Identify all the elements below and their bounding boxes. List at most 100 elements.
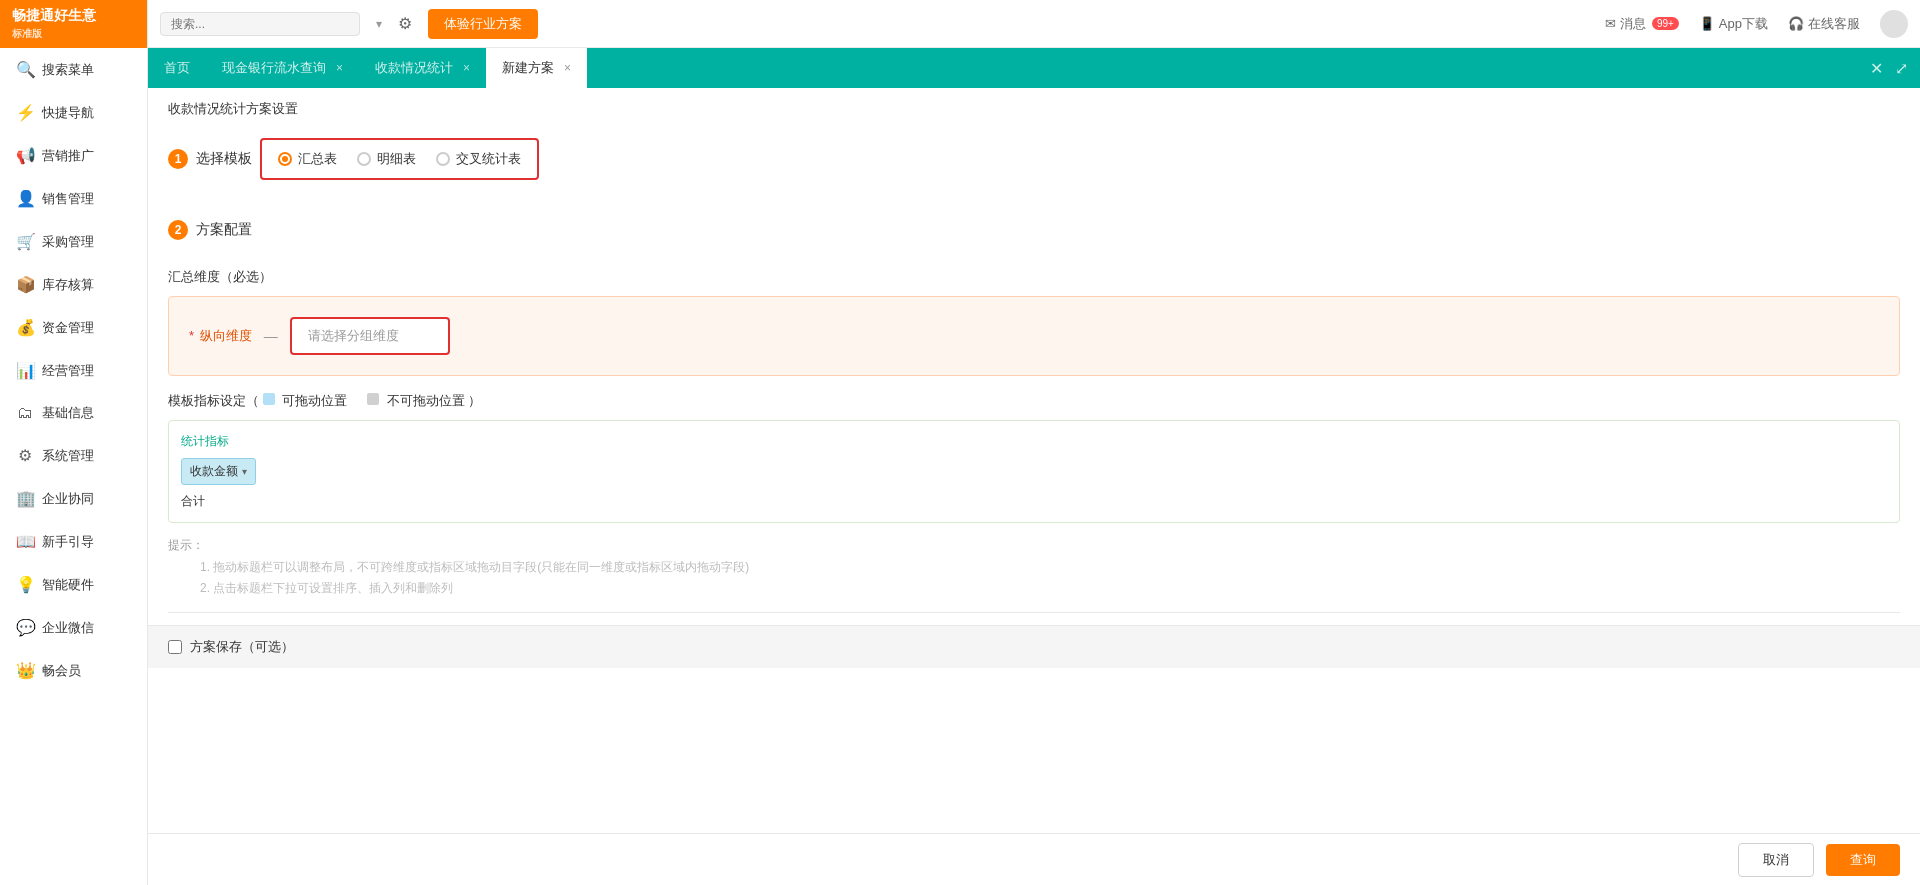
message-label: 消息 [1620, 15, 1646, 33]
divider [168, 612, 1900, 613]
sidebar-item-wechat[interactable]: 💬 企业微信 [0, 606, 147, 649]
header-search-input[interactable] [160, 12, 360, 36]
sidebar-label-collab: 企业协同 [42, 490, 94, 508]
indicator-container: 统计指标 收款金额 ▾ 合计 [168, 420, 1900, 523]
sidebar-label-sales: 销售管理 [42, 190, 94, 208]
sidebar-item-collab[interactable]: 🏢 企业协同 [0, 477, 147, 520]
download-label: App下载 [1719, 15, 1768, 33]
wechat-icon: 💬 [16, 618, 34, 637]
header-gear-icon[interactable]: ⚙ [398, 14, 412, 33]
sidebar-logo: 畅捷通好生意 标准版 [0, 0, 147, 48]
user-avatar[interactable] [1880, 10, 1908, 38]
indicator-setting: 模板指标设定（ 可拖动位置 不可拖动位置 ） 统计指标 [168, 392, 1900, 523]
config-section: 汇总维度（必选） * 纵向维度 — 请选择分组维度 [148, 268, 1920, 523]
cancel-button[interactable]: 取消 [1738, 843, 1814, 877]
sidebar-item-finance[interactable]: 💰 资金管理 [0, 306, 147, 349]
trial-button[interactable]: 体验行业方案 [428, 9, 538, 39]
tab-cashflow-close[interactable]: × [336, 61, 343, 75]
guide-icon: 📖 [16, 532, 34, 551]
template-summary[interactable]: 汇总表 [278, 150, 337, 168]
sidebar-label-inventory: 库存核算 [42, 276, 94, 294]
sidebar-item-basicinfo[interactable]: 🗂 基础信息 [0, 392, 147, 434]
app-edition: 标准版 [12, 27, 96, 41]
tab-home-label: 首页 [164, 59, 190, 77]
step1-title: 选择模板 [196, 150, 252, 168]
sidebar-label-marketing: 营销推广 [42, 147, 94, 165]
sidebar-item-guide[interactable]: 📖 新手引导 [0, 520, 147, 563]
sidebar-item-member[interactable]: 👑 畅会员 [0, 649, 147, 692]
tab-receivable[interactable]: 收款情况统计 × [359, 48, 486, 88]
hints-list: 1. 拖动标题栏可以调整布局，不可跨维度或指标区域拖动目字段(只能在同一维度或指… [168, 557, 1900, 600]
step2-num: 2 [168, 220, 188, 240]
sidebar-item-hardware[interactable]: 💡 智能硬件 [0, 563, 147, 606]
sidebar-item-nav[interactable]: ⚡ 快捷导航 [0, 91, 147, 134]
basicinfo-icon: 🗂 [16, 404, 34, 422]
window-close-btn[interactable]: ✕ [1870, 59, 1883, 78]
step2-header: 2 方案配置 [168, 208, 1900, 252]
dimension-arrow: — [264, 328, 278, 344]
step1-section: 1 选择模板 汇总表 明细表 [148, 126, 1920, 208]
tab-cashflow-label: 现金银行流水查询 [222, 59, 326, 77]
sidebar-label-hardware: 智能硬件 [42, 576, 94, 594]
save-checkbox[interactable] [168, 640, 182, 654]
template-crosstab[interactable]: 交叉统计表 [436, 150, 521, 168]
sidebar-item-inventory[interactable]: 📦 库存核算 [0, 263, 147, 306]
finance-icon: 💰 [16, 318, 34, 337]
sidebar-item-management[interactable]: 📊 经营管理 [0, 349, 147, 392]
footer-bar: 取消 查询 [148, 833, 1920, 885]
template-crosstab-label: 交叉统计表 [456, 150, 521, 168]
vertical-dimension-row: * 纵向维度 — 请选择分组维度 [189, 317, 1879, 355]
summary-dimension-label: 汇总维度（必选） [168, 268, 1900, 286]
hint-1: 1. 拖动标题栏可以调整布局，不可跨维度或指标区域拖动目字段(只能在同一维度或指… [200, 557, 1900, 579]
indicator-header: 模板指标设定（ 可拖动位置 不可拖动位置 ） [168, 392, 1900, 410]
message-button[interactable]: ✉ 消息 99+ [1605, 15, 1679, 33]
bottom-save: 方案保存（可选） [148, 625, 1920, 668]
tab-newplan-close[interactable]: × [564, 61, 571, 75]
indicator-setting-label: 模板指标设定（ 可拖动位置 不可拖动位置 ） [168, 392, 481, 410]
sidebar-item-purchase[interactable]: 🛒 采购管理 [0, 220, 147, 263]
sidebar-label-search: 搜索菜单 [42, 61, 94, 79]
header-dropdown-arrow[interactable]: ▾ [376, 17, 382, 31]
draggable-badge [263, 393, 275, 405]
chip-amount-label: 收款金额 [190, 463, 238, 480]
management-icon: 📊 [16, 361, 34, 380]
message-badge: 99+ [1652, 17, 1679, 30]
template-detail-label: 明细表 [377, 150, 416, 168]
template-select-area: 汇总表 明细表 交叉统计表 [260, 138, 539, 180]
step1-num: 1 [168, 149, 188, 169]
online-service-button[interactable]: 🎧 在线客服 [1788, 15, 1860, 33]
tab-cashflow[interactable]: 现金银行流水查询 × [206, 48, 359, 88]
step1-header: 1 选择模板 汇总表 明细表 [168, 126, 1900, 192]
sidebar-item-search[interactable]: 🔍 搜索菜单 [0, 48, 147, 91]
tab-newplan[interactable]: 新建方案 × [486, 48, 587, 88]
hardware-icon: 💡 [16, 575, 34, 594]
download-icon: 📱 [1699, 16, 1715, 31]
tab-home[interactable]: 首页 [148, 48, 206, 88]
indicator-sub-total: 合计 [181, 493, 1887, 510]
sidebar-item-system[interactable]: ⚙ 系统管理 [0, 434, 147, 477]
content-inner: 收款情况统计方案设置 1 选择模板 汇总表 [148, 88, 1920, 833]
breadcrumb: 收款情况统计方案设置 [148, 88, 1920, 126]
template-detail[interactable]: 明细表 [357, 150, 416, 168]
query-button[interactable]: 查询 [1826, 844, 1900, 876]
sidebar-label-system: 系统管理 [42, 447, 94, 465]
sidebar-item-marketing[interactable]: 📢 营销推广 [0, 134, 147, 177]
dimension-area: * 纵向维度 — 请选择分组维度 [168, 296, 1900, 376]
save-label: 方案保存（可选） [190, 638, 294, 656]
search-icon: 🔍 [16, 60, 34, 79]
dimension-select-box[interactable]: 请选择分组维度 [290, 317, 450, 355]
radio-detail-circle [357, 152, 371, 166]
indicator-chip-amount[interactable]: 收款金额 ▾ [181, 458, 256, 485]
tab-receivable-close[interactable]: × [463, 61, 470, 75]
indicator-group-label: 统计指标 [181, 433, 1887, 450]
app-download-button[interactable]: 📱 App下载 [1699, 15, 1768, 33]
header-right: ✉ 消息 99+ 📱 App下载 🎧 在线客服 [1605, 10, 1908, 38]
marketing-icon: 📢 [16, 146, 34, 165]
chip-arrow-icon: ▾ [242, 466, 247, 477]
sidebar-label-wechat: 企业微信 [42, 619, 94, 637]
tab-newplan-label: 新建方案 [502, 59, 554, 77]
window-expand-btn[interactable]: ⤢ [1895, 59, 1908, 78]
nav-icon: ⚡ [16, 103, 34, 122]
required-star: * [189, 328, 194, 343]
sidebar-item-sales[interactable]: 👤 销售管理 [0, 177, 147, 220]
